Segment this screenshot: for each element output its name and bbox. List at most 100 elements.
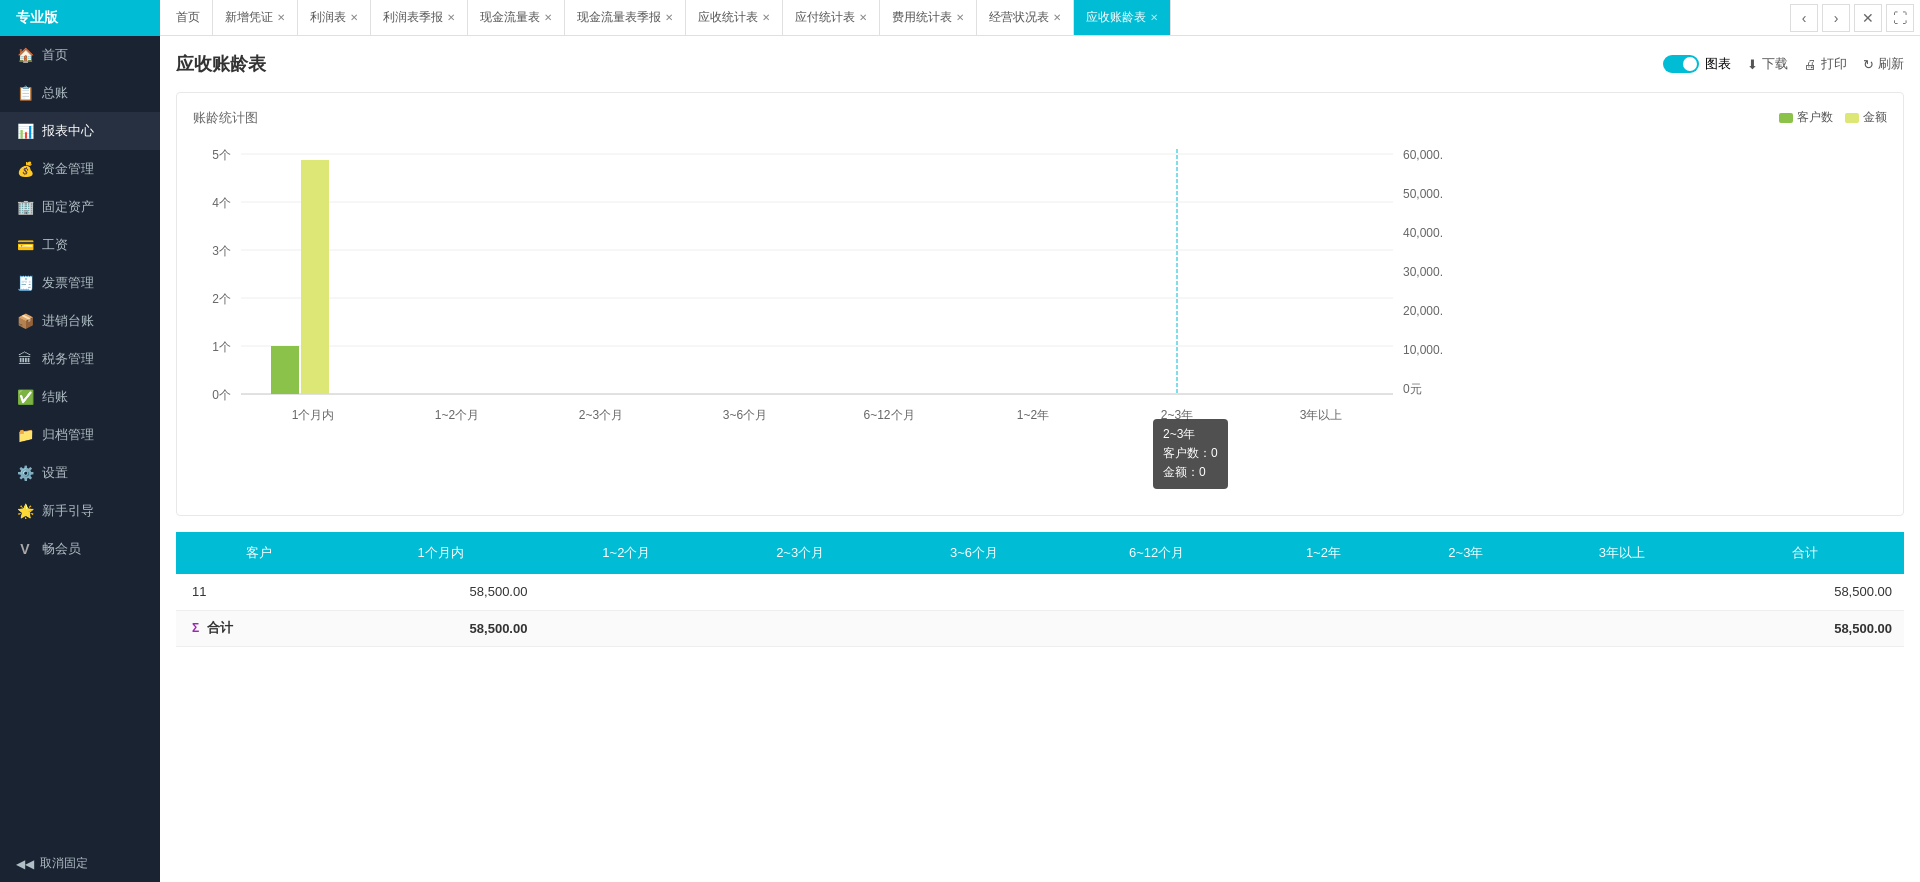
td-12month bbox=[539, 574, 713, 610]
tab-close-business[interactable]: ✕ bbox=[1053, 12, 1061, 23]
sidebar-item-home[interactable]: 🏠 首页 bbox=[0, 36, 160, 74]
page-title: 应收账龄表 bbox=[176, 52, 266, 76]
tab-close-cashflow-quarter[interactable]: ✕ bbox=[665, 12, 673, 23]
sidebar-unpin-button[interactable]: ◀◀ 取消固定 bbox=[0, 845, 160, 882]
svg-text:2个: 2个 bbox=[212, 292, 231, 306]
tab-close-ar-stats[interactable]: ✕ bbox=[762, 12, 770, 23]
tax-icon: 🏛 bbox=[16, 351, 34, 367]
sidebar-item-invoice[interactable]: 🧾 发票管理 bbox=[0, 264, 160, 302]
td-total-23month bbox=[713, 610, 887, 646]
archive-icon: 📁 bbox=[16, 427, 34, 443]
tab-maximize-button[interactable]: ⛶ bbox=[1886, 4, 1914, 32]
assets-icon: 🏢 bbox=[16, 199, 34, 215]
legend-customer: 客户数 bbox=[1779, 109, 1833, 126]
svg-text:3年以上: 3年以上 bbox=[1300, 408, 1343, 422]
legend-amount: 金额 bbox=[1845, 109, 1887, 126]
td-total-1month: 58,500.00 bbox=[342, 610, 539, 646]
svg-text:20,000.00元: 20,000.00元 bbox=[1403, 304, 1443, 318]
td-3year bbox=[1537, 574, 1706, 610]
tab-next-button[interactable]: › bbox=[1822, 4, 1850, 32]
sidebar-item-capital[interactable]: 💰 资金管理 bbox=[0, 150, 160, 188]
sidebar-item-salary[interactable]: 💳 工资 bbox=[0, 226, 160, 264]
tab-close-profit-quarter[interactable]: ✕ bbox=[447, 12, 455, 23]
tab-close-all-button[interactable]: ✕ bbox=[1854, 4, 1882, 32]
sidebar-item-settings[interactable]: ⚙️ 设置 bbox=[0, 454, 160, 492]
th-36month: 3~6个月 bbox=[887, 532, 1061, 574]
sidebar-item-archive[interactable]: 📁 归档管理 bbox=[0, 416, 160, 454]
th-customer: 客户 bbox=[176, 532, 342, 574]
tab-cashflow[interactable]: 现金流量表 ✕ bbox=[468, 0, 565, 36]
sales-icon: 📦 bbox=[16, 313, 34, 329]
legend-customer-box bbox=[1779, 113, 1793, 123]
settings-icon: ⚙️ bbox=[16, 465, 34, 481]
tab-ar-stats[interactable]: 应收统计表 ✕ bbox=[686, 0, 783, 36]
home-icon: 🏠 bbox=[16, 47, 34, 63]
bar-amount-0[interactable] bbox=[301, 160, 329, 394]
tab-ar-aging[interactable]: 应收账龄表 ✕ bbox=[1074, 0, 1171, 36]
download-button[interactable]: ⬇ 下载 bbox=[1747, 55, 1788, 73]
tab-close-profit[interactable]: ✕ bbox=[350, 12, 358, 23]
td-customer: 11 bbox=[176, 574, 342, 610]
th-3year: 3年以上 bbox=[1537, 532, 1706, 574]
sidebar-item-ledger[interactable]: 📋 总账 bbox=[0, 74, 160, 112]
svg-text:1个月内: 1个月内 bbox=[292, 408, 335, 422]
bar-customer-0[interactable] bbox=[271, 346, 299, 394]
td-612month bbox=[1061, 574, 1252, 610]
toggle-track bbox=[1663, 55, 1699, 73]
td-12year bbox=[1252, 574, 1394, 610]
table-header-row: 客户 1个月内 1~2个月 2~3个月 3~6个月 6~12个月 1~2年 2~… bbox=[176, 532, 1904, 574]
tab-expense[interactable]: 费用统计表 ✕ bbox=[880, 0, 977, 36]
sidebar-item-closing[interactable]: ✅ 结账 bbox=[0, 378, 160, 416]
vip-icon: V bbox=[16, 541, 34, 557]
guide-icon: 🌟 bbox=[16, 503, 34, 519]
refresh-button[interactable]: ↻ 刷新 bbox=[1863, 55, 1904, 73]
td-23month bbox=[713, 574, 887, 610]
td-grand-total: 58,500.00 bbox=[1707, 610, 1904, 646]
tab-close-cashflow[interactable]: ✕ bbox=[544, 12, 552, 23]
svg-text:40,000.00元: 40,000.00元 bbox=[1403, 226, 1443, 240]
svg-text:1个: 1个 bbox=[212, 340, 231, 354]
td-36month bbox=[887, 574, 1061, 610]
td-total-label: Σ 合计 bbox=[176, 610, 342, 646]
tab-cashflow-quarter[interactable]: 现金流量表季报 ✕ bbox=[565, 0, 686, 36]
sidebar-item-sales[interactable]: 📦 进销台账 bbox=[0, 302, 160, 340]
chart-title: 账龄统计图 bbox=[193, 109, 1887, 127]
refresh-icon: ↻ bbox=[1863, 57, 1874, 72]
chart-svg-wrapper: 5个 4个 3个 2个 1个 0个 60,000.00元 50,000.00元 … bbox=[193, 139, 1887, 499]
ledger-icon: 📋 bbox=[16, 85, 34, 101]
th-total: 合计 bbox=[1707, 532, 1904, 574]
sidebar: 专业版 🏠 首页 📋 总账 📊 报表中心 💰 资金管理 🏢 固定资产 💳 工资 … bbox=[0, 0, 160, 882]
sidebar-item-vip[interactable]: V 畅会员 bbox=[0, 530, 160, 568]
td-total-3year bbox=[1537, 610, 1706, 646]
tab-nav-actions: ‹ › ✕ ⛶ bbox=[1788, 4, 1916, 32]
svg-text:5个: 5个 bbox=[212, 148, 231, 162]
td-total-36month bbox=[887, 610, 1061, 646]
sidebar-item-reports[interactable]: 📊 报表中心 bbox=[0, 112, 160, 150]
sidebar-item-guide[interactable]: 🌟 新手引导 bbox=[0, 492, 160, 530]
chart-toggle[interactable]: 图表 bbox=[1663, 55, 1731, 73]
th-23month: 2~3个月 bbox=[713, 532, 887, 574]
tab-business[interactable]: 经营状况表 ✕ bbox=[977, 0, 1074, 36]
svg-text:30,000.00元: 30,000.00元 bbox=[1403, 265, 1443, 279]
tab-ap-stats[interactable]: 应付统计表 ✕ bbox=[783, 0, 880, 36]
tab-close-ar-aging[interactable]: ✕ bbox=[1150, 12, 1158, 23]
tab-close-expense[interactable]: ✕ bbox=[956, 12, 964, 23]
main-area: 首页 新增凭证 ✕ 利润表 ✕ 利润表季报 ✕ 现金流量表 ✕ 现金流量表季报 … bbox=[160, 0, 1920, 882]
tab-profit[interactable]: 利润表 ✕ bbox=[298, 0, 371, 36]
sidebar-item-assets[interactable]: 🏢 固定资产 bbox=[0, 188, 160, 226]
svg-text:0元: 0元 bbox=[1403, 382, 1422, 396]
data-table: 客户 1个月内 1~2个月 2~3个月 3~6个月 6~12个月 1~2年 2~… bbox=[176, 532, 1904, 647]
print-button[interactable]: 🖨 打印 bbox=[1804, 55, 1847, 73]
toggle-label: 图表 bbox=[1705, 55, 1731, 73]
tab-bar: 首页 新增凭证 ✕ 利润表 ✕ 利润表季报 ✕ 现金流量表 ✕ 现金流量表季报 … bbox=[160, 0, 1920, 36]
tab-prev-button[interactable]: ‹ bbox=[1790, 4, 1818, 32]
td-total-12month bbox=[539, 610, 713, 646]
tab-close-ap-stats[interactable]: ✕ bbox=[859, 12, 867, 23]
sidebar-item-tax[interactable]: 🏛 税务管理 bbox=[0, 340, 160, 378]
tab-profit-quarter[interactable]: 利润表季报 ✕ bbox=[371, 0, 468, 36]
tab-close-voucher[interactable]: ✕ bbox=[277, 12, 285, 23]
svg-text:2~3年: 2~3年 bbox=[1161, 408, 1193, 422]
sidebar-logo: 专业版 bbox=[0, 0, 160, 36]
tab-home[interactable]: 首页 bbox=[164, 0, 213, 36]
tab-voucher[interactable]: 新增凭证 ✕ bbox=[213, 0, 298, 36]
